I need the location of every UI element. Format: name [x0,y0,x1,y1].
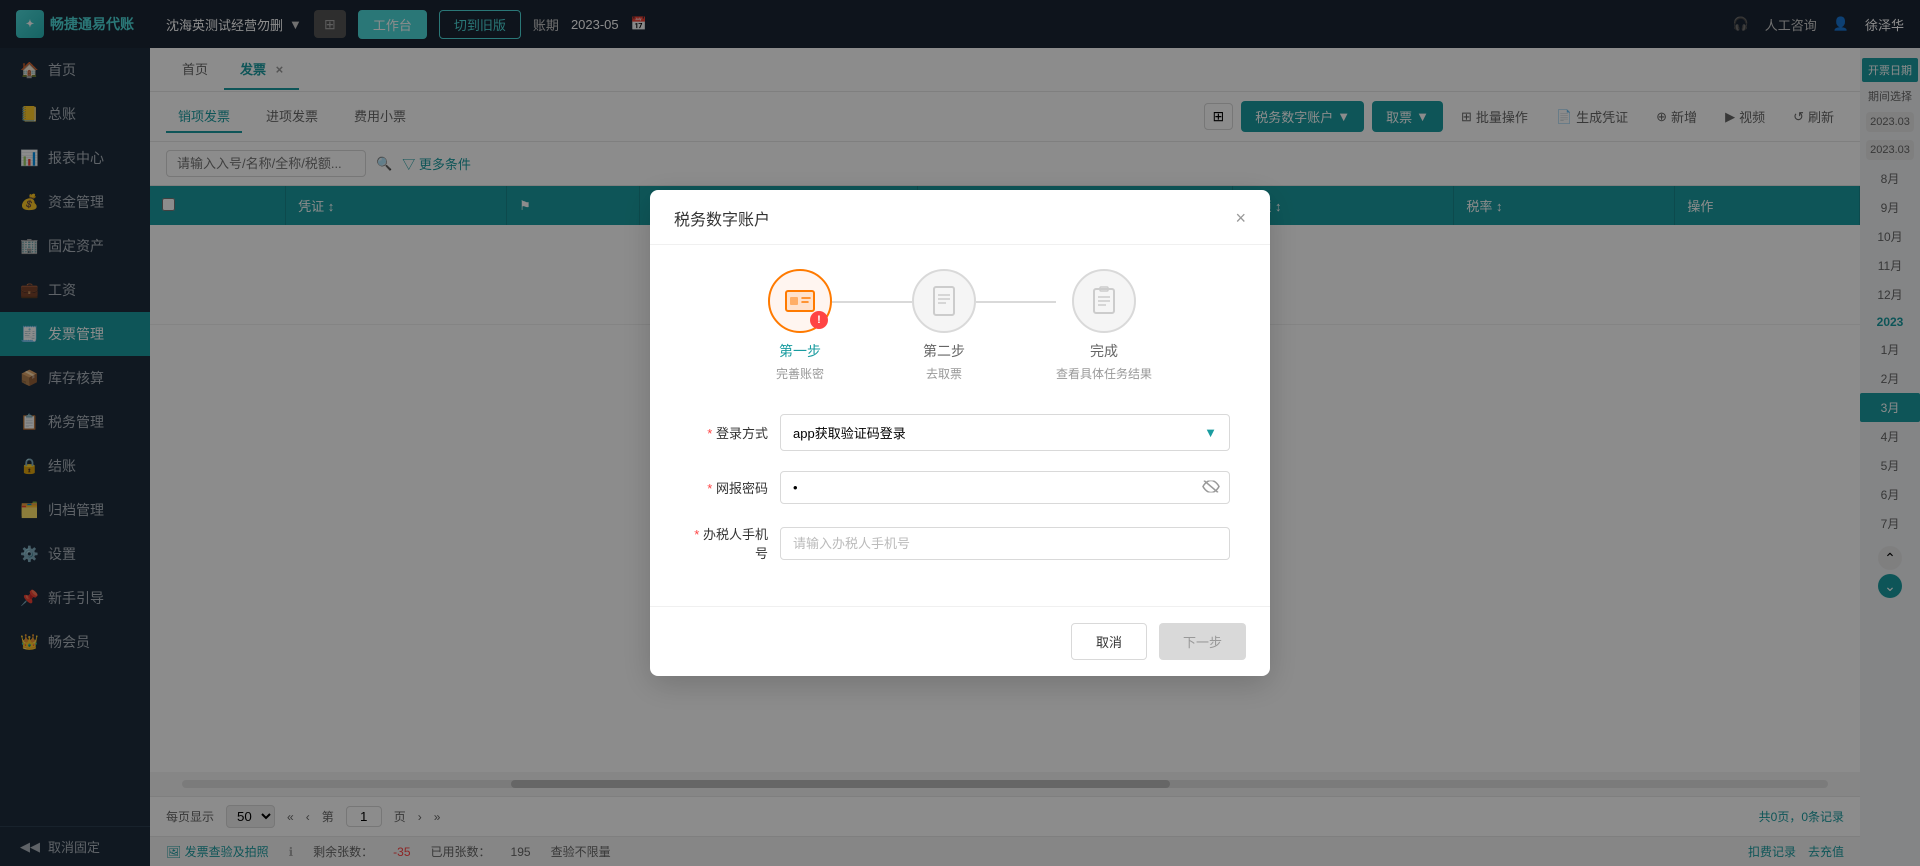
phone-row: * 办税人手机号 [690,524,1230,562]
cancel-button[interactable]: 取消 [1071,623,1147,660]
password-label: * 网报密码 [690,478,780,497]
dialog-close-button[interactable]: × [1235,208,1246,229]
required-star3: * [694,527,699,542]
step3-desc: 查看具体任务结果 [1056,365,1152,382]
password-row: * 网报密码 [690,471,1230,504]
required-star2: * [707,481,712,496]
step-connector-1 [832,301,912,303]
next-button[interactable]: 下一步 [1159,623,1246,660]
dialog-tax-account: 税务数字账户 × [650,190,1270,676]
step1-icon-wrap: ! [768,269,832,333]
step1-label: 第一步 [779,341,821,361]
step3-icon-wrap [1072,269,1136,333]
login-form: * 登录方式 app获取验证码登录 ▼ * 网报密码 [690,414,1230,562]
steps-indicator: ! 第一步 完善账密 [690,269,1230,382]
step3-label: 完成 [1090,341,1118,361]
phone-label: * 办税人手机号 [690,524,780,562]
phone-input[interactable] [780,527,1230,560]
step2-desc: 去取票 [926,365,962,382]
step1-badge: ! [810,311,828,329]
step1-desc: 完善账密 [776,365,824,382]
step-2: 第二步 去取票 [912,269,976,382]
login-method-label: * 登录方式 [690,423,780,442]
select-dropdown-icon: ▼ [1204,425,1217,440]
login-method-value: app获取验证码登录 [793,423,906,442]
step2-icon-wrap [912,269,976,333]
password-input[interactable] [780,471,1230,504]
dialog-body: ! 第一步 完善账密 [650,245,1270,606]
required-star: * [707,426,712,441]
dialog-header: 税务数字账户 × [650,190,1270,245]
login-method-select[interactable]: app获取验证码登录 ▼ [780,414,1230,451]
eye-icon[interactable] [1202,480,1220,495]
dialog-title: 税务数字账户 [674,206,770,230]
step2-label: 第二步 [923,341,965,361]
dialog-footer: 取消 下一步 [650,606,1270,676]
modal-overlay: 税务数字账户 × [0,0,1920,866]
password-wrap [780,471,1230,504]
step-1: ! 第一步 完善账密 [768,269,832,382]
login-method-row: * 登录方式 app获取验证码登录 ▼ [690,414,1230,451]
step3-clipboard-icon [1086,283,1122,319]
step-3: 完成 查看具体任务结果 [1056,269,1152,382]
step-connector-2 [976,301,1056,303]
step2-receipt-icon [926,283,962,319]
